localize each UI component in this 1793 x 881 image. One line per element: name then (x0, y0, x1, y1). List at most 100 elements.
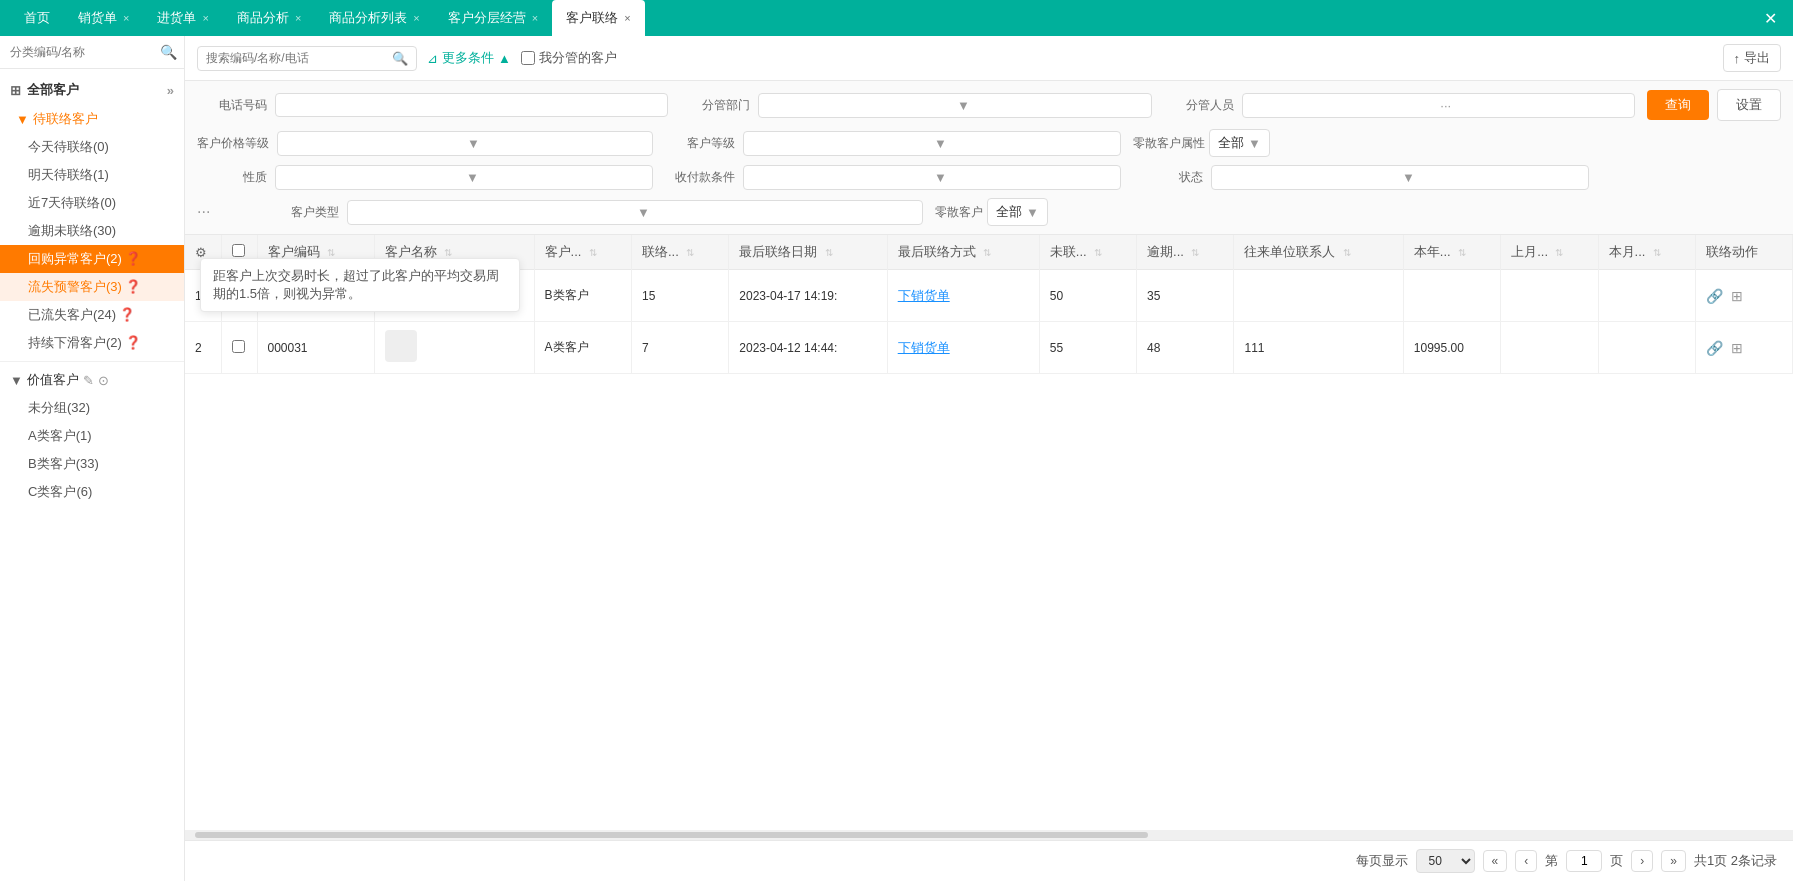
cell-contact-person-2: 111 (1234, 322, 1403, 374)
top-nav: 首页 销货单 × 进货单 × 商品分析 × 商品分析列表 × 客户分层经营 × … (0, 0, 1793, 36)
tree-all-customers[interactable]: ⊞ 全部客户 » (0, 75, 184, 105)
sidebar-search-input[interactable] (10, 45, 160, 59)
main-search-icon[interactable]: 🔍 (392, 51, 408, 66)
retail-customer-select[interactable]: 全部 ▼ (987, 198, 1048, 226)
arrow-value-icon: ▼ (10, 373, 23, 388)
sort-date-icon[interactable]: ⇅ (825, 247, 833, 258)
window-close-button[interactable]: ✕ (1758, 9, 1783, 28)
close-product-analysis-list-icon[interactable]: × (413, 12, 419, 24)
customer-type-select[interactable]: ▼ (347, 200, 923, 225)
price-grade-select[interactable]: ▼ (277, 131, 653, 156)
collapse-icon[interactable]: » (167, 83, 174, 98)
close-product-analysis-icon[interactable]: × (295, 12, 301, 24)
sidebar-item-class-c[interactable]: C类客户(6) (0, 478, 184, 506)
nav-customer-tier[interactable]: 客户分层经营 × (434, 0, 552, 36)
sidebar-item-today[interactable]: 今天待联络(0) (0, 133, 184, 161)
nav-customer-contact[interactable]: 客户联络 × (552, 0, 644, 36)
more-conditions-button[interactable]: ⊿ 更多条件 ▲ (427, 49, 511, 67)
close-purchase-order-icon[interactable]: × (202, 12, 208, 24)
contact-icon-1[interactable]: 🔗 (1706, 288, 1723, 304)
sort-code-icon[interactable]: ⇅ (327, 247, 335, 258)
more-icon-2[interactable]: ⊞ (1731, 340, 1743, 356)
sort-contact-icon[interactable]: ⇅ (686, 247, 694, 258)
horizontal-scrollbar[interactable] (185, 830, 1793, 840)
sort-method-icon[interactable]: ⇅ (983, 247, 991, 258)
last-page-button[interactable]: » (1661, 850, 1686, 872)
sort-type-icon[interactable]: ⇅ (589, 247, 597, 258)
cell-last-date-2: 2023-04-12 14:44: (729, 322, 887, 374)
payment-select[interactable]: ▼ (743, 165, 1121, 190)
cell-contact-count-1: 15 (631, 270, 728, 322)
sort-overdue-icon[interactable]: ⇅ (1191, 247, 1199, 258)
customer-grade-select[interactable]: ▼ (743, 131, 1121, 156)
sidebar-item-declining[interactable]: 持续下滑客户(2) ❓ (0, 329, 184, 357)
main-search-input[interactable] (206, 51, 392, 65)
cell-type-2: A类客户 (534, 322, 631, 374)
close-sales-order-icon[interactable]: × (123, 12, 129, 24)
price-grade-arrow-icon: ▼ (467, 136, 644, 151)
per-page-label: 每页显示 (1356, 852, 1408, 870)
prev-page-button[interactable]: ‹ (1515, 850, 1537, 872)
nav-purchase-order[interactable]: 进货单 × (143, 0, 222, 36)
scroll-thumb[interactable] (195, 832, 1148, 838)
sort-name-icon[interactable]: ⇅ (444, 247, 452, 258)
nature-select[interactable]: ▼ (275, 165, 653, 190)
nav-product-analysis[interactable]: 商品分析 × (223, 0, 315, 36)
sort-contact-person-icon[interactable]: ⇅ (1343, 247, 1351, 258)
export-button[interactable]: ↑ 导出 (1723, 44, 1782, 72)
sidebar-item-7days[interactable]: 近7天待联络(0) (0, 189, 184, 217)
contact-icon-2[interactable]: 🔗 (1706, 340, 1723, 356)
per-page-select[interactable]: 50 100 (1416, 849, 1475, 873)
retail-attr-select[interactable]: 全部 ▼ (1209, 129, 1270, 157)
cell-action-1: 🔗 ⊞ (1695, 270, 1792, 322)
pagination-bar: 每页显示 50 100 « ‹ 第 页 › » 共1页 2条记录 (185, 840, 1793, 881)
settings-icon-small[interactable]: ⊙ (98, 373, 109, 388)
nav-home[interactable]: 首页 (10, 0, 64, 36)
first-page-button[interactable]: « (1483, 850, 1508, 872)
sidebar-item-ungrouped[interactable]: 未分组(32) (0, 394, 184, 422)
sidebar-search-bar: 🔍 (0, 36, 184, 69)
nav-product-analysis-list[interactable]: 商品分析列表 × (315, 0, 433, 36)
sidebar-item-overdue[interactable]: 逾期未联络(30) (0, 217, 184, 245)
next-page-button[interactable]: › (1631, 850, 1653, 872)
row-checkbox-2[interactable] (232, 340, 245, 353)
more-filters-dots[interactable]: ··· (197, 203, 210, 221)
sort-this-month-icon[interactable]: ⇅ (1653, 247, 1661, 258)
sidebar-item-churn-warning[interactable]: 流失预警客户(3) ❓ (0, 273, 184, 301)
filter-status: 状态 ▼ (1133, 165, 1589, 190)
sidebar-section-pending[interactable]: ▼ 待联络客户 (0, 105, 184, 133)
sidebar-item-class-a[interactable]: A类客户(1) (0, 422, 184, 450)
cell-last-month-2 (1501, 322, 1598, 374)
filter-dept: 分管部门 ▼ (680, 93, 1151, 118)
last-method-link-2[interactable]: 下销货单 (898, 340, 950, 355)
settings-button[interactable]: 设置 (1717, 89, 1781, 121)
dept-select[interactable]: ▼ (758, 93, 1151, 118)
close-customer-contact-icon[interactable]: × (624, 12, 630, 24)
edit-icon[interactable]: ✎ (83, 373, 94, 388)
sidebar-item-tomorrow[interactable]: 明天待联络(1) (0, 161, 184, 189)
cell-this-year-2: 10995.00 (1403, 322, 1500, 374)
my-customers-checkbox[interactable] (521, 51, 535, 65)
page-number-input[interactable] (1566, 850, 1602, 872)
more-icon-1[interactable]: ⊞ (1731, 288, 1743, 304)
last-method-link-1[interactable]: 下销货单 (898, 288, 950, 303)
sort-this-year-icon[interactable]: ⇅ (1458, 247, 1466, 258)
select-all-checkbox[interactable] (232, 244, 245, 257)
person-select[interactable]: ··· (1242, 93, 1635, 118)
sidebar-item-abnormal-repurchase[interactable]: 回购异常客户(2) ❓ (0, 245, 184, 273)
phone-input[interactable] (275, 93, 668, 117)
sidebar-item-churned[interactable]: 已流失客户(24) ❓ (0, 301, 184, 329)
customer-avatar-2 (385, 330, 417, 362)
filter-phone: 电话号码 (197, 93, 668, 117)
sort-uncontacted-icon[interactable]: ⇅ (1094, 247, 1102, 258)
sidebar-section-value[interactable]: ▼ 价值客户 ✎ ⊙ (0, 366, 184, 394)
customer-grade-arrow-icon: ▼ (934, 136, 1112, 151)
close-customer-tier-icon[interactable]: × (532, 12, 538, 24)
retail-customer-arrow-icon: ▼ (1026, 205, 1039, 220)
sidebar-search-icon[interactable]: 🔍 (160, 44, 177, 60)
sort-last-month-icon[interactable]: ⇅ (1555, 247, 1563, 258)
status-select[interactable]: ▼ (1211, 165, 1589, 190)
query-button[interactable]: 查询 (1647, 90, 1709, 120)
nav-sales-order[interactable]: 销货单 × (64, 0, 143, 36)
sidebar-item-class-b[interactable]: B类客户(33) (0, 450, 184, 478)
